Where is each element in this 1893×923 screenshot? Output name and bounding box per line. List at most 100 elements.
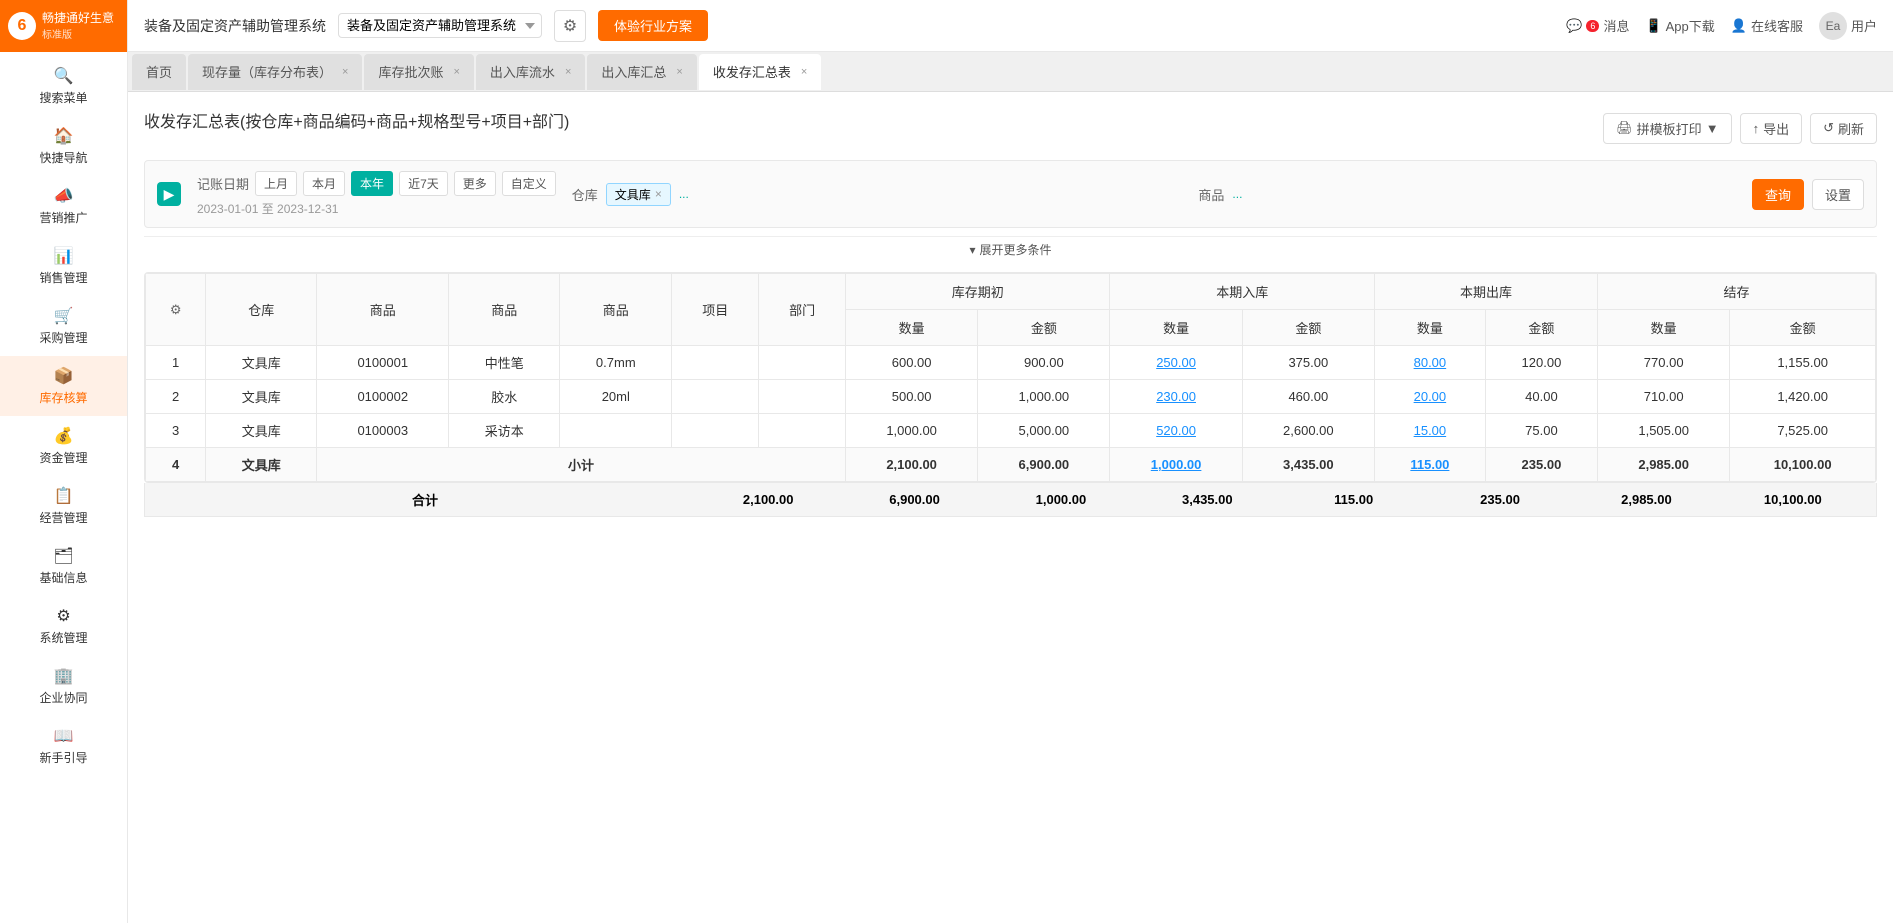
sidebar-icon-basic: 🗂 (53, 546, 73, 566)
table-row: 2 文具库 0100002 胶水 20ml 500.00 1,000.00 23… (146, 380, 1876, 414)
tab-bar: 首页现存量（库存分布表）×库存批次账×出入库流水×出入库汇总×收发存汇总表× (128, 52, 1893, 92)
sidebar-item-operation[interactable]: 📋经营管理 (0, 476, 127, 536)
sidebar-item-system[interactable]: ⚙系统管理 (0, 596, 127, 656)
date-range: 2023-01-01 至 2023-12-31 (197, 200, 556, 217)
date-label: 记账日期 (197, 174, 249, 193)
user-menu[interactable]: Ea 用户 (1819, 12, 1877, 40)
subtotal-out-amt: 235.00 (1485, 448, 1597, 482)
message-btn[interactable]: 💬 6 消息 (1566, 16, 1629, 35)
sidebar-item-collab[interactable]: 🏢企业协同 (0, 656, 127, 716)
tab-close-4[interactable]: × (676, 66, 682, 78)
footer-balance-qty: 2,985.00 (1573, 492, 1719, 507)
expand-more-btn[interactable]: ▾ 展开更多条件 (144, 236, 1877, 262)
refresh-btn[interactable]: ↺ 刷新 (1810, 113, 1877, 144)
warehouse-tag-close[interactable]: × (655, 187, 662, 201)
col-goods-name: 商品 (449, 274, 560, 346)
tab-label-3: 出入库流水 (490, 62, 555, 81)
cell-department (759, 414, 846, 448)
online-service-btn[interactable]: 👤 在线客服 (1731, 16, 1803, 35)
tab-1[interactable]: 现存量（库存分布表）× (188, 54, 362, 90)
cell-balance-amt: 1,420.00 (1730, 380, 1876, 414)
refresh-icon: ↺ (1823, 120, 1834, 136)
cell-no: 3 (146, 414, 206, 448)
goods-more-btn[interactable]: ... (1232, 187, 1242, 201)
tab-close-3[interactable]: × (565, 66, 571, 78)
cell-out-amt: 120.00 (1485, 346, 1597, 380)
col-opening-qty: 数量 (846, 310, 978, 346)
sidebar-icon-inventory: 📦 (54, 366, 74, 386)
app-download-btn[interactable]: 📱 App下载 (1645, 16, 1714, 35)
settings-filter-btn[interactable]: 设置 (1812, 179, 1864, 210)
subtotal-opening-amt: 6,900.00 (978, 448, 1110, 482)
sidebar-item-marketing[interactable]: 📣营销推广 (0, 176, 127, 236)
sidebar-item-search[interactable]: 🔍搜索菜单 (0, 56, 127, 116)
tab-close-1[interactable]: × (342, 66, 348, 78)
message-badge: 6 (1586, 20, 1599, 32)
tab-0[interactable]: 首页 (132, 54, 186, 90)
gear-icon[interactable]: ⚙ (554, 10, 586, 42)
cell-balance-qty: 1,505.00 (1598, 414, 1730, 448)
date-this-year[interactable]: 本年 (351, 171, 393, 196)
cell-goods-spec (560, 414, 672, 448)
cell-out-qty: 15.00 (1374, 414, 1485, 448)
col-group-balance: 结存 (1598, 274, 1876, 310)
subtotal-warehouse: 文具库 (206, 448, 317, 482)
cell-goods-name: 胶水 (449, 380, 560, 414)
tab-5[interactable]: 收发存汇总表× (699, 54, 821, 90)
date-last-month[interactable]: 上月 (255, 171, 297, 196)
sidebar-label-sales: 销售管理 (39, 269, 87, 286)
sidebar-item-basic[interactable]: 🗂基础信息 (0, 536, 127, 596)
filter-toggle-btn[interactable]: ▶ (157, 182, 181, 206)
sidebar-icon-marketing: 📣 (54, 186, 74, 206)
footer-balance-amt: 10,100.00 (1720, 492, 1866, 507)
sidebar-item-inventory[interactable]: 📦库存核算 (0, 356, 127, 416)
table-row: 3 文具库 0100003 采访本 1,000.00 5,000.00 520.… (146, 414, 1876, 448)
settings-icon[interactable]: ⚙ (170, 302, 182, 317)
date-7days[interactable]: 近7天 (399, 171, 448, 196)
subtotal-label: 小计 (317, 448, 846, 482)
sidebar-item-newbie[interactable]: 📖新手引导 (0, 716, 127, 776)
subtotal-row: 4 文具库 小计 2,100.00 6,900.00 1,000.00 3,43… (146, 448, 1876, 482)
cell-department (759, 346, 846, 380)
sidebar-icon-newbie: 📖 (54, 726, 74, 746)
sidebar-item-sales[interactable]: 📊销售管理 (0, 236, 127, 296)
col-balance-qty: 数量 (1598, 310, 1730, 346)
export-btn[interactable]: ↑ 导出 (1740, 113, 1803, 144)
warehouse-more-btn[interactable]: ... (679, 187, 689, 201)
tab-2[interactable]: 库存批次账 × (364, 54, 473, 90)
cell-goods-name: 中性笔 (449, 346, 560, 380)
tab-3[interactable]: 出入库流水 × (476, 54, 585, 90)
tab-label-4: 出入库汇总 (601, 62, 666, 81)
phone-icon: 📱 (1645, 18, 1661, 34)
system-selector[interactable]: 装备及固定资产辅助管理系统 (338, 13, 542, 38)
goods-filter: 商品 ... (1198, 185, 1242, 204)
cell-out-qty: 20.00 (1374, 380, 1485, 414)
tab-close-2[interactable]: × (453, 66, 459, 78)
tab-4[interactable]: 出入库汇总 × (587, 54, 696, 90)
goods-label: 商品 (1198, 185, 1224, 204)
sidebar-item-finance[interactable]: 💰资金管理 (0, 416, 127, 476)
col-out-qty: 数量 (1374, 310, 1485, 346)
sidebar-label-quicknav: 快捷导航 (39, 149, 87, 166)
page-title: 收发存汇总表(按仓库+商品编码+商品+规格型号+项目+部门) (144, 108, 569, 132)
page-content: 收发存汇总表(按仓库+商品编码+商品+规格型号+项目+部门) 🖨 拼模板打印 ▼… (128, 92, 1893, 923)
tab-close-5[interactable]: × (801, 66, 807, 78)
sidebar-item-quicknav[interactable]: 🏠快捷导航 (0, 116, 127, 176)
cell-goods-code: 0100003 (317, 414, 449, 448)
date-this-month[interactable]: 本月 (303, 171, 345, 196)
date-more[interactable]: 更多 (454, 171, 496, 196)
date-custom[interactable]: 自定义 (502, 171, 556, 196)
query-btn[interactable]: 查询 (1752, 179, 1804, 210)
print-btn[interactable]: 🖨 拼模板打印 ▼ (1603, 113, 1731, 144)
experience-btn[interactable]: 体验行业方案 (598, 10, 708, 41)
col-in-qty: 数量 (1110, 310, 1242, 346)
sidebar-label-operation: 经营管理 (39, 509, 87, 526)
cell-in-qty: 230.00 (1110, 380, 1242, 414)
cell-opening-qty: 1,000.00 (846, 414, 978, 448)
tab-label-2: 库存批次账 (378, 62, 443, 81)
cell-goods-name: 采访本 (449, 414, 560, 448)
sidebar-item-purchase[interactable]: 🛒采购管理 (0, 296, 127, 356)
col-group-opening: 库存期初 (846, 274, 1110, 310)
cell-opening-amt: 5,000.00 (978, 414, 1110, 448)
cell-project (672, 380, 759, 414)
